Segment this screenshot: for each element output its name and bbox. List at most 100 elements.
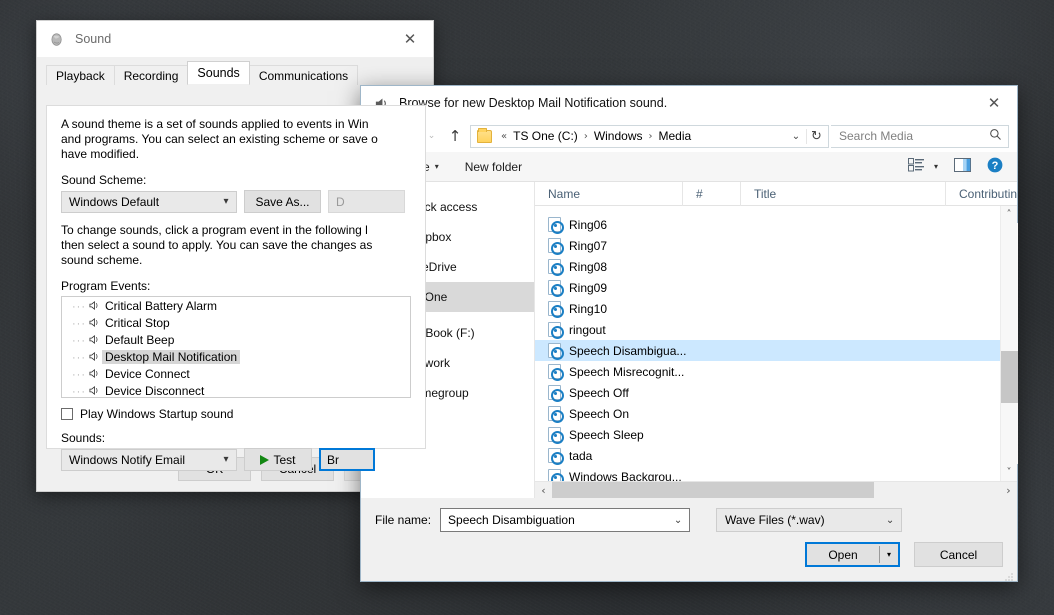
list-item[interactable]: ··· Device Disconnect [62,382,410,398]
file-type-select[interactable]: Wave Files (*.wav) ⌄ [716,508,902,532]
chevron-down-icon[interactable]: ⌄ [879,515,901,526]
chevron-down-icon: ▾ [216,454,236,465]
dialog-actions: Open ▾ Cancel [375,542,1003,567]
list-item[interactable]: Ring09 [535,277,1000,298]
list-item[interactable]: ··· Device Connect [62,365,410,382]
list-item[interactable]: tada [535,445,1000,466]
speaker-icon [86,368,102,379]
vertical-scrollbar[interactable]: ˄ ˅ [1000,206,1017,481]
tab-recording[interactable]: Recording [114,65,189,85]
wav-file-icon [548,385,561,400]
scroll-right-icon[interactable]: › [1000,484,1017,497]
scroll-left-icon[interactable]: ‹ [535,484,552,497]
sound-scheme-select[interactable]: Windows Default ▾ [61,191,237,213]
file-name: Ring09 [569,281,607,295]
list-item[interactable]: Speech Sleep [535,424,1000,445]
open-button[interactable]: Open [807,544,879,565]
browse-dialog-footer: File name: Speech Disambiguation ⌄ Wave … [361,498,1017,581]
event-label: Device Disconnect [102,384,207,398]
list-item[interactable]: ringout [535,319,1000,340]
navigation-bar: ← → ⌄ ↑ « TS One (C:) › Windows › Media … [361,120,1017,152]
cancel-button[interactable]: Cancel [914,542,1003,567]
chevron-down-icon[interactable]: ▾ [880,544,898,565]
list-item[interactable]: ··· Critical Stop [62,314,410,331]
search-placeholder: Search Media [839,129,913,143]
startup-sound-label: Play Windows Startup sound [80,407,233,421]
list-item[interactable]: Ring08 [535,256,1000,277]
wav-file-icon [548,406,561,421]
scroll-down-icon[interactable]: ˅ [1001,464,1018,481]
column-headers: Name ˄ # Title Contributing artist: [535,182,1017,206]
column-contributing-artists[interactable]: Contributing artist: [946,182,1017,206]
close-icon[interactable]: ✕ [387,23,433,55]
sort-ascending-icon: ˄ [605,182,610,189]
list-item-selected[interactable]: Speech Disambigua... [535,340,1000,361]
scroll-track[interactable] [552,482,1000,499]
breadcrumb-drive[interactable]: TS One (C:) [511,129,580,143]
list-item-selected[interactable]: ··· Desktop Mail Notification [62,348,410,365]
file-name: Speech Off [569,386,629,400]
event-label: Critical Battery Alarm [102,299,220,313]
play-icon [260,455,269,465]
tab-communications[interactable]: Communications [249,65,358,85]
tree-line: ··· [72,299,86,313]
browse-button[interactable]: Br [319,448,375,471]
event-label: Default Beep [102,333,177,347]
program-events-list[interactable]: ··· Critical Battery Alarm ··· Critical … [61,296,411,398]
address-bar[interactable]: « TS One (C:) › Windows › Media ⌄ ↻ [470,125,829,148]
breadcrumb-media[interactable]: Media [657,129,694,143]
list-item[interactable]: ··· Default Beep [62,331,410,348]
resize-grip[interactable] [1004,569,1014,579]
search-input[interactable]: Search Media [831,125,1009,148]
list-item[interactable]: Ring07 [535,235,1000,256]
column-title[interactable]: Title [741,182,946,206]
refresh-icon[interactable]: ↻ [806,129,826,144]
scroll-up-icon[interactable]: ˄ [1001,206,1018,223]
wav-file-icon [548,322,561,337]
speaker-icon [49,31,66,48]
chevron-down-icon[interactable]: ⌄ [786,131,806,142]
list-item[interactable]: Ring10 [535,298,1000,319]
list-item[interactable]: Windows Backgrou... [535,466,1000,481]
scroll-thumb[interactable] [1001,351,1018,403]
file-name: Ring06 [569,218,607,232]
test-button[interactable]: Test [244,448,312,471]
new-folder-button[interactable]: New folder [457,156,530,178]
file-list[interactable]: Ring06 Ring07 Ring08 Ring09 [535,206,1000,481]
save-as-button[interactable]: Save As... [244,190,321,213]
sounds-select[interactable]: Windows Notify Email ▾ [61,449,237,471]
checkbox[interactable] [61,408,73,420]
sound-titlebar: Sound ✕ [37,21,433,57]
scroll-thumb[interactable] [552,482,874,499]
list-item[interactable]: ··· Critical Battery Alarm [62,297,410,314]
column-track[interactable]: # [683,182,741,206]
tab-playback[interactable]: Playback [46,65,115,85]
list-item[interactable]: Speech On [535,403,1000,424]
list-item[interactable]: Ring06 [535,214,1000,235]
preview-pane-icon[interactable] [954,158,971,175]
list-item[interactable]: Speech Off [535,382,1000,403]
wav-file-icon [548,238,561,253]
breadcrumb-windows[interactable]: Windows [592,129,645,143]
view-list-icon[interactable] [908,158,924,175]
speaker-icon [86,300,102,311]
open-split-button[interactable]: Open ▾ [805,542,900,567]
tab-sounds[interactable]: Sounds [187,61,249,84]
chevron-down-icon[interactable]: ▾ [934,162,938,171]
close-icon[interactable]: ✕ [971,87,1017,119]
chevron-down-icon[interactable]: ⌄ [667,515,689,526]
horizontal-scrollbar[interactable]: ‹ › [535,481,1017,498]
startup-sound-checkbox-row[interactable]: Play Windows Startup sound [61,407,411,421]
list-item[interactable]: Speech Misrecognit... [535,361,1000,382]
up-icon[interactable]: ↑ [442,123,468,149]
column-name[interactable]: Name ˄ [535,182,683,206]
program-events-label: Program Events: [61,279,411,293]
wav-file-icon [548,427,561,442]
help-icon[interactable]: ? [987,157,1003,176]
scroll-track[interactable] [1001,223,1018,464]
sound-tabstrip: Playback Recording Sounds Communications [46,62,433,84]
file-name-input[interactable]: Speech Disambiguation ⌄ [440,508,690,532]
column-label: # [696,187,703,201]
wav-file-icon [548,217,561,232]
tree-line: ··· [72,333,86,347]
